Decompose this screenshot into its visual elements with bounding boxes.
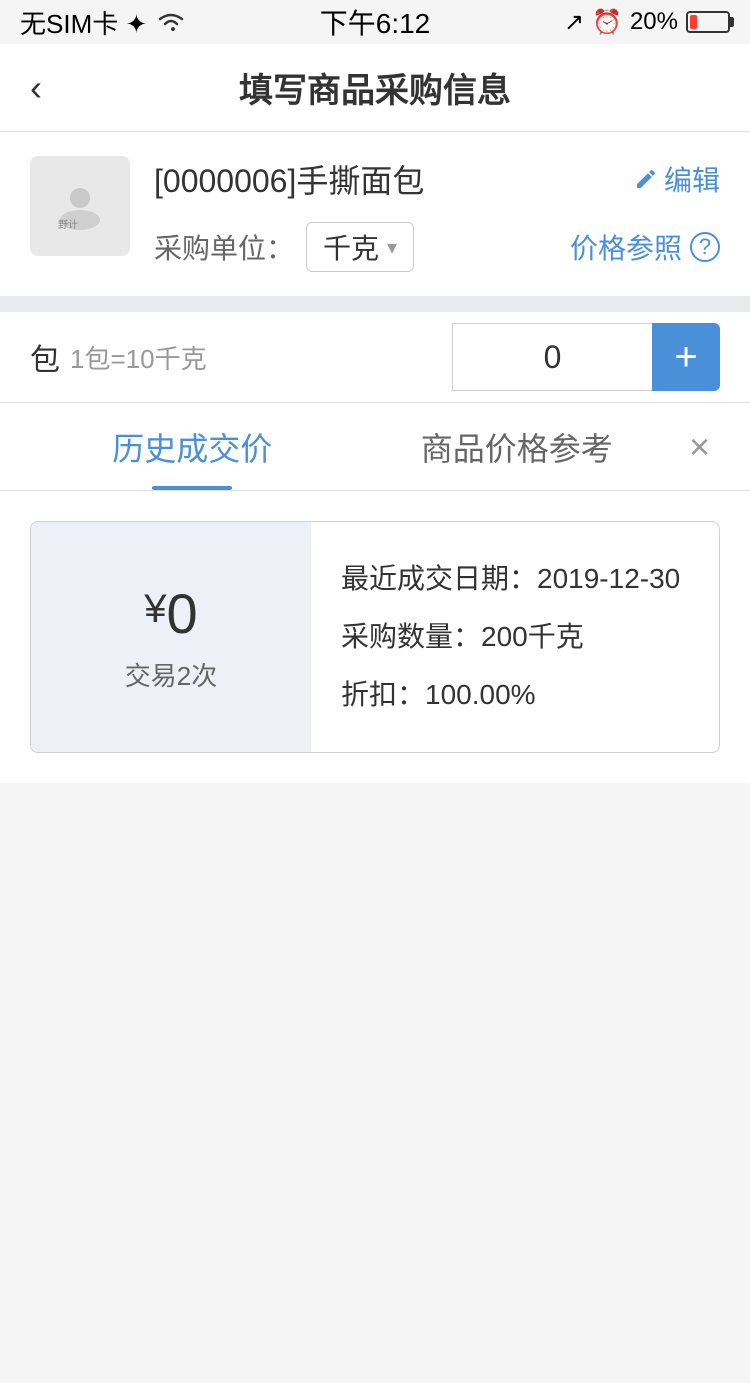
purchase-qty-value: 200千克 xyxy=(481,621,584,652)
svg-text:野计: 野计 xyxy=(58,218,78,231)
recent-date-label: 最近成交日期： xyxy=(341,563,537,594)
product-name: [0000006]手撕面包 xyxy=(154,156,424,202)
product-header: 野计 [0000006]手撕面包 编辑 采购单位： 千克 xyxy=(30,156,720,272)
battery-fill xyxy=(690,15,697,29)
page-title: 填写商品采购信息 xyxy=(239,63,511,112)
location-icon: ↗ xyxy=(564,8,584,37)
unit-select[interactable]: 千克 ▾ xyxy=(306,222,414,272)
price-card: ¥0 交易2次 最近成交日期：2019-12-30 采购数量：200千克 折扣：… xyxy=(30,521,720,753)
price-card-right: 最近成交日期：2019-12-30 采购数量：200千克 折扣：100.00% xyxy=(311,522,719,752)
quantity-controls: 0 + xyxy=(452,323,720,391)
price-reference-label: 价格参照 xyxy=(570,227,682,267)
chevron-down-icon: ▾ xyxy=(387,235,397,260)
product-id: [0000006] xyxy=(154,163,296,199)
tab-history-price[interactable]: 历史成交价 xyxy=(30,403,354,490)
alarm-icon: ⏰ xyxy=(592,8,622,37)
quantity-value: 0 xyxy=(544,339,562,376)
discount-label: 折扣： xyxy=(341,679,425,710)
purchase-qty-label: 采购数量： xyxy=(341,621,481,652)
section-divider xyxy=(0,296,750,312)
tab-product-price-reference-label: 商品价格参考 xyxy=(421,424,613,470)
quantity-unit-label: 包 xyxy=(30,335,60,379)
quantity-label: 包 1包=10千克 xyxy=(30,335,207,379)
price-card-left: ¥0 交易2次 xyxy=(31,522,311,752)
recent-date-value: 2019-12-30 xyxy=(537,563,680,594)
tab-underline xyxy=(152,486,232,490)
quantity-plus-button[interactable]: + xyxy=(652,323,720,391)
edit-icon xyxy=(634,167,658,191)
history-content: ¥0 交易2次 最近成交日期：2019-12-30 采购数量：200千克 折扣：… xyxy=(0,491,750,783)
discount-value: 100.00% xyxy=(425,679,536,710)
unit-value: 千克 xyxy=(323,227,379,267)
battery-icon xyxy=(686,11,730,33)
purchase-unit-label: 采购单位： xyxy=(154,227,294,267)
edit-label: 编辑 xyxy=(664,159,720,199)
recent-date-row: 最近成交日期：2019-12-30 xyxy=(341,558,689,600)
product-section: 野计 [0000006]手撕面包 编辑 采购单位： 千克 xyxy=(0,132,750,296)
purchase-qty-row: 采购数量：200千克 xyxy=(341,616,689,658)
product-name-row: [0000006]手撕面包 编辑 xyxy=(154,156,720,202)
tab-history-price-label: 历史成交价 xyxy=(112,424,272,470)
price-transactions: 交易2次 xyxy=(125,656,217,693)
bottom-space xyxy=(0,783,750,1383)
status-right: ↗ ⏰ 20% xyxy=(564,8,730,37)
price-display: ¥0 xyxy=(144,581,197,646)
panel-section: 历史成交价 商品价格参考 × ¥0 交易2次 最近成交日期：2019-12-30… xyxy=(0,402,750,783)
product-details: [0000006]手撕面包 编辑 采购单位： 千克 ▾ xyxy=(154,156,720,272)
carrier-text: 无SIM卡 ✦ xyxy=(20,4,147,41)
status-bar: 无SIM卡 ✦ 下午6:12 ↗ ⏰ 20% xyxy=(0,0,750,44)
back-button[interactable]: ‹ xyxy=(20,57,52,119)
purchase-unit-left: 采购单位： 千克 ▾ xyxy=(154,222,414,272)
status-time: 下午6:12 xyxy=(320,2,431,42)
currency-symbol: ¥ xyxy=(144,587,166,631)
help-icon: ? xyxy=(690,232,720,262)
battery-percent: 20% xyxy=(630,8,678,36)
product-image-icon: 野计 xyxy=(50,176,110,236)
discount-row: 折扣：100.00% xyxy=(341,674,689,716)
status-left: 无SIM卡 ✦ xyxy=(20,4,185,41)
quantity-unit-info: 1包=10千克 xyxy=(70,339,207,376)
quantity-section: 包 1包=10千克 0 + xyxy=(0,312,750,402)
close-button[interactable]: × xyxy=(679,416,720,478)
nav-bar: ‹ 填写商品采购信息 xyxy=(0,44,750,132)
quantity-input[interactable]: 0 xyxy=(452,323,652,391)
product-thumbnail: 野计 xyxy=(30,156,130,256)
product-title: 手撕面包 xyxy=(296,163,424,199)
plus-icon: + xyxy=(674,335,697,380)
price-amount: 0 xyxy=(167,582,198,645)
purchase-unit-row: 采购单位： 千克 ▾ 价格参照 ? xyxy=(154,222,720,272)
wifi-icon xyxy=(157,11,185,33)
tab-product-price-reference[interactable]: 商品价格参考 xyxy=(354,403,678,490)
tabs-row: 历史成交价 商品价格参考 × xyxy=(0,403,750,491)
edit-button[interactable]: 编辑 xyxy=(634,159,720,199)
price-reference-button[interactable]: 价格参照 ? xyxy=(570,227,720,267)
